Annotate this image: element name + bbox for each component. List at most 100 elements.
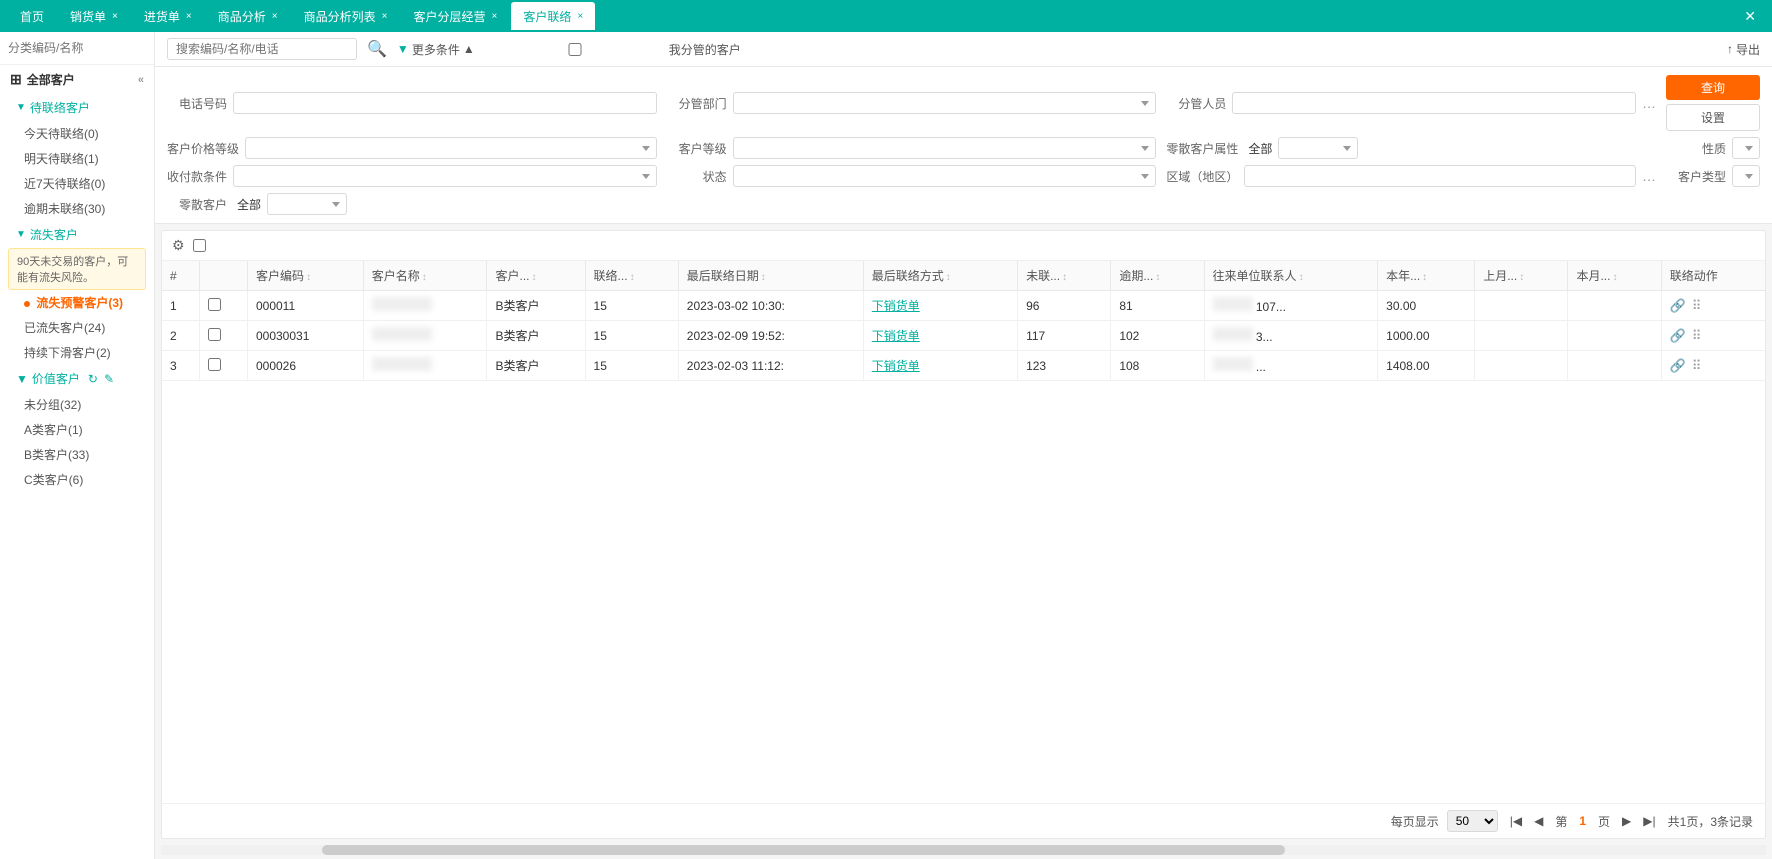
tab-sales-order[interactable]: 销货单 × [58,2,130,30]
col-name[interactable]: 客户名称↕ [363,261,487,291]
home-tab[interactable]: 首页 [8,2,56,30]
person-input[interactable] [1232,92,1636,114]
customer-level-select[interactable] [733,137,1157,159]
sidebar-item-class-a[interactable]: A类客户(1) [0,417,154,442]
tab-customer-contact[interactable]: 客户联络 × [511,2,595,30]
horizontal-scrollbar[interactable] [161,845,1766,855]
col-last-contact-method[interactable]: 最后联络方式↕ [863,261,1017,291]
cell-checkbox[interactable] [199,321,247,351]
sidebar-item-7days-pending[interactable]: 近7天待联络(0) [0,171,154,196]
tab-sales-order-close[interactable]: × [112,11,118,22]
cell-action[interactable]: 🔗 ⠿ [1661,291,1765,321]
sidebar-item-overdue-pending[interactable]: 逾期未联络(30) [0,196,154,221]
tab-purchase-order[interactable]: 进货单 × [132,2,204,30]
payment-select[interactable] [233,165,657,187]
sidebar-item-ungrouped[interactable]: 未分组(32) [0,392,154,417]
sidebar-item-class-c[interactable]: C类客户(6) [0,467,154,492]
region-dots[interactable]: … [1642,168,1656,184]
lost-tooltip-text: 90天未交易的客户，可能有流失风险。 [17,256,128,284]
col-customer-type[interactable]: 客户...↕ [487,261,585,291]
more-conditions-btn[interactable]: ▼ 更多条件 ▲ [397,41,475,58]
declining-label: 持续下滑客户(2) [24,346,111,360]
tab-product-analysis-list-close[interactable]: × [382,11,388,22]
query-button[interactable]: 查询 [1666,75,1760,100]
setting-button[interactable]: 设置 [1666,104,1760,131]
customer-type-select[interactable] [1732,165,1760,187]
table-settings-icon[interactable]: ⚙ [172,237,185,254]
sidebar-item-lost-warning[interactable]: 流失预警客户(3) [0,290,154,315]
sidebar-search-input[interactable] [8,41,155,55]
gender-select[interactable] [1732,137,1760,159]
cell-contact-person: 107... [1204,291,1378,321]
sidebar-item-today-pending[interactable]: 今天待联络(0) [0,121,154,146]
value-section-header[interactable]: ▼ 价值客户 ↻ ✎ [0,365,154,392]
more-actions-icon[interactable]: ⠿ [1692,358,1702,374]
lost-section-header[interactable]: ▼ 流失客户 [0,221,154,248]
col-annual[interactable]: 本年...↕ [1378,261,1475,291]
export-btn[interactable]: ↑ 导出 [1727,41,1760,58]
last-page-btn[interactable]: ▶| [1639,812,1659,830]
col-not-contact[interactable]: 未联...↕ [1018,261,1111,291]
value-arrow: ▼ [16,372,28,386]
tab-product-analysis[interactable]: 商品分析 × [206,2,290,30]
per-page-select[interactable]: 50 100 200 [1447,810,1498,832]
tab-product-analysis-list[interactable]: 商品分析列表 × [292,2,400,30]
col-last-contact-date[interactable]: 最后联络日期↕ [678,261,863,291]
zero-customer-label: 零散客户 [167,196,227,213]
more-actions-icon[interactable]: ⠿ [1692,328,1702,344]
prev-page-btn[interactable]: ◀ [1530,812,1547,830]
dept-select[interactable] [733,92,1157,114]
phone-input[interactable] [233,92,657,114]
tab-product-analysis-close[interactable]: × [272,11,278,22]
region-input[interactable] [1244,165,1636,187]
sidebar-item-lost-already[interactable]: 已流失客户(24) [0,315,154,340]
col-this-month[interactable]: 本月...↕ [1568,261,1661,291]
price-level-select[interactable] [245,137,657,159]
col-contact-person[interactable]: 往来单位联系人↕ [1204,261,1378,291]
cell-action[interactable]: 🔗 ⠿ [1661,351,1765,381]
link-icon[interactable]: 🔗 [1670,298,1686,314]
person-label: 分管人员 [1166,95,1226,112]
cell-last-contact-method[interactable]: 下销货单 [863,321,1017,351]
sidebar-item-declining[interactable]: 持续下滑客户(2) [0,340,154,365]
my-customers-checkbox-container[interactable]: 我分管的客户 [485,41,741,58]
person-dots[interactable]: … [1642,95,1656,111]
filter-phone-row: 电话号码 [167,75,657,131]
scrollbar-thumb[interactable] [322,845,1285,855]
tab-purchase-order-close[interactable]: × [186,11,192,22]
phone-label: 电话号码 [167,95,227,112]
tab-customer-contact-close[interactable]: × [577,11,583,22]
cell-last-contact-method[interactable]: 下销货单 [863,351,1017,381]
link-icon[interactable]: 🔗 [1670,328,1686,344]
search-input[interactable] [167,38,357,60]
tab-customer-tier[interactable]: 客户分层经营 × [401,2,509,30]
cell-checkbox[interactable] [199,291,247,321]
zero-attr-select[interactable] [1278,137,1358,159]
col-contact-count[interactable]: 联络...↕ [585,261,678,291]
search-btn-icon[interactable]: 🔍 [367,39,387,59]
status-select[interactable] [733,165,1157,187]
more-actions-icon[interactable]: ⠿ [1692,298,1702,314]
tab-customer-tier-close[interactable]: × [491,11,497,22]
link-icon[interactable]: 🔗 [1670,358,1686,374]
first-page-btn[interactable]: |◀ [1506,812,1526,830]
sidebar-item-tomorrow-pending[interactable]: 明天待联络(1) [0,146,154,171]
cell-last-month [1475,321,1568,351]
edit-icon[interactable]: ✎ [104,372,114,386]
pending-section-header[interactable]: ▼ 待联络客户 [0,94,154,121]
more-conditions-label: 更多条件 [412,41,460,58]
select-all-checkbox[interactable] [193,239,206,252]
zero-customer-select[interactable] [267,193,347,215]
col-overdue[interactable]: 逾期...↕ [1111,261,1204,291]
cell-last-contact-method[interactable]: 下销货单 [863,291,1017,321]
all-customers-header[interactable]: ⊞ 全部客户 « [0,65,154,94]
cell-action[interactable]: 🔗 ⠿ [1661,321,1765,351]
next-page-btn[interactable]: ▶ [1618,812,1635,830]
col-last-month[interactable]: 上月...↕ [1475,261,1568,291]
window-close-button[interactable]: ✕ [1736,8,1764,25]
col-code[interactable]: 客户编码↕ [247,261,363,291]
refresh-icon[interactable]: ↻ [88,372,98,386]
sidebar-item-class-b[interactable]: B类客户(33) [0,442,154,467]
cell-checkbox[interactable] [199,351,247,381]
my-customers-checkbox[interactable] [485,43,665,56]
